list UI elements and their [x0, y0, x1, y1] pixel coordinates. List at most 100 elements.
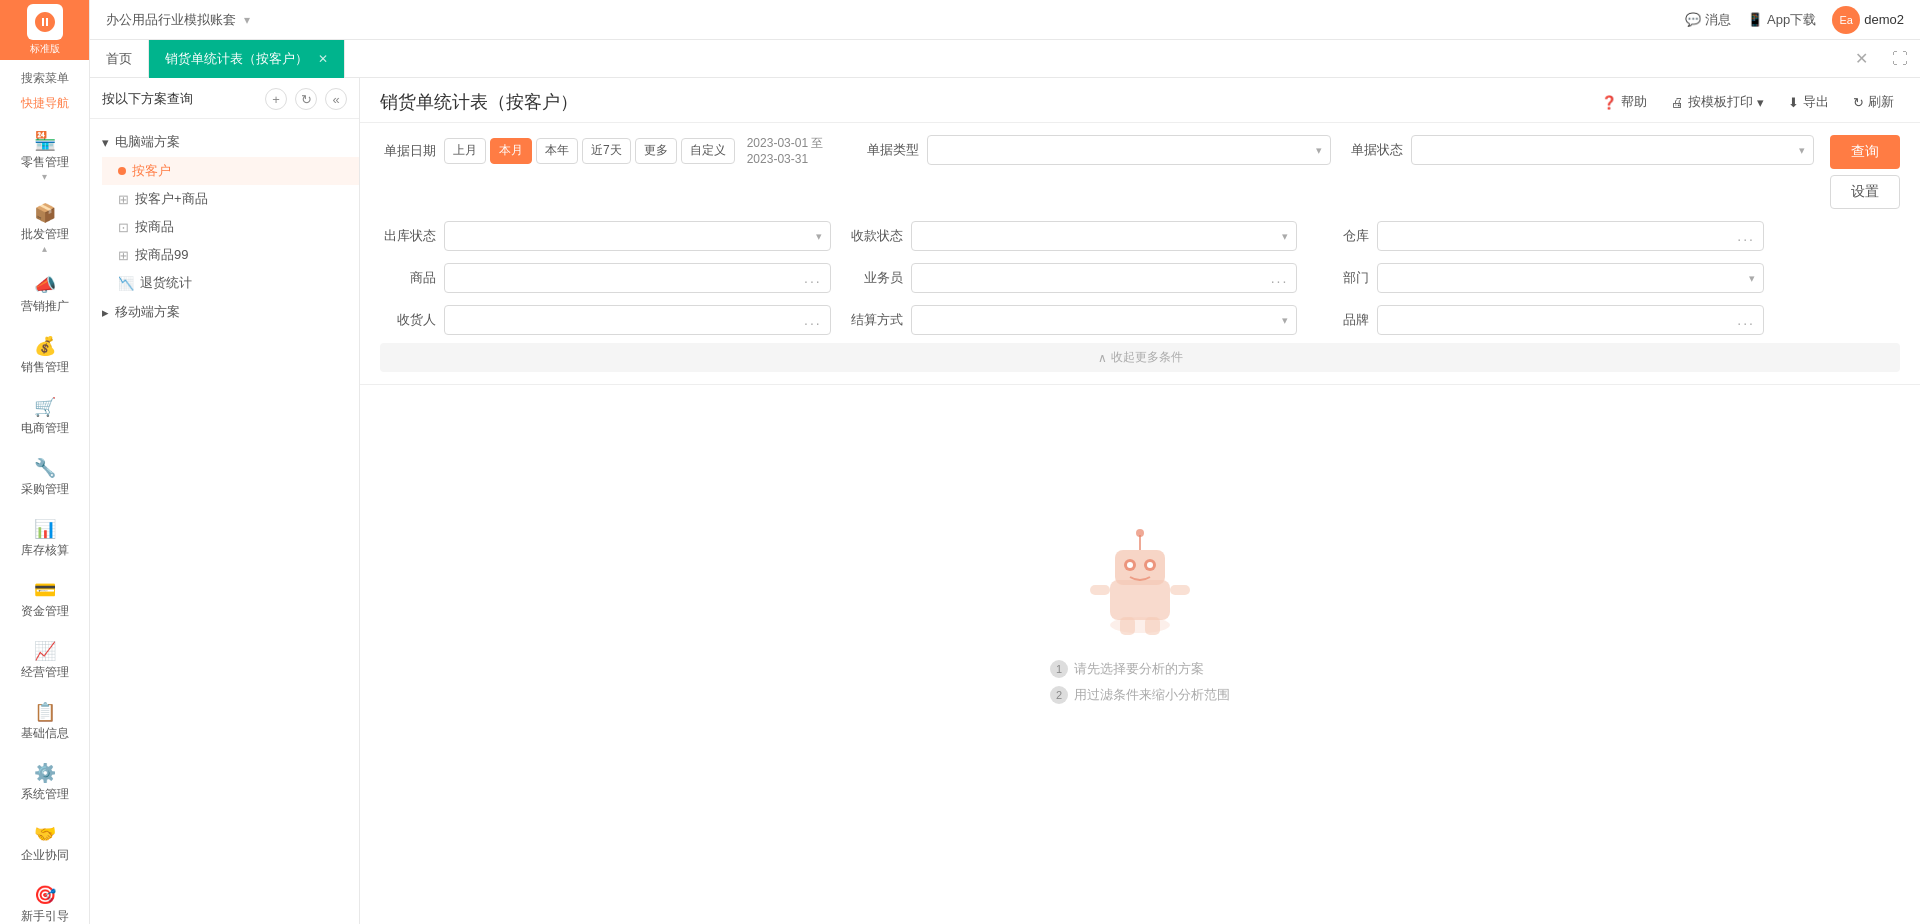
sidebar-item-marketing[interactable]: 📣 营销推广: [0, 264, 89, 325]
print-icon: 🖨: [1671, 95, 1684, 110]
out-status-input[interactable]: ▾: [444, 221, 831, 251]
date-btn-this-year[interactable]: 本年: [536, 138, 578, 164]
date-range-text: 2023-03-01 至 2023-03-31: [747, 135, 848, 166]
tree-group-mobile[interactable]: ▸ 移动端方案: [90, 297, 359, 327]
tab-home[interactable]: 首页: [90, 40, 149, 78]
settlement-label: 结算方式: [847, 311, 903, 329]
sidebar-item-sales[interactable]: 💰 销售管理: [0, 325, 89, 386]
message-icon: 💬: [1685, 12, 1701, 27]
doc-type-input[interactable]: ▾: [927, 135, 1330, 165]
sidebar-item-enterprise[interactable]: 🤝 企业协同: [0, 813, 89, 874]
tab-close-icon[interactable]: ✕: [318, 52, 328, 66]
by-customer-product-icon: ⊞: [118, 192, 129, 207]
filter-area: 单据日期 上月 本月 本年 近7天 更多 自定义 2023-03-01 至 20…: [360, 123, 1920, 385]
tabs-bar: 首页 销货单统计表（按客户） ✕ ✕ ⛶: [90, 40, 1920, 78]
doc-type-arrow: ▾: [1316, 144, 1322, 157]
brand-input[interactable]: ...: [1377, 305, 1764, 335]
sidebar-item-basic[interactable]: 📋 基础信息: [0, 691, 89, 752]
by-product-icon: ⊡: [118, 220, 129, 235]
warehouse-input[interactable]: ...: [1377, 221, 1764, 251]
sidebar-item-newbie[interactable]: 🎯 新手引导: [0, 874, 89, 924]
date-btn-more[interactable]: 更多: [635, 138, 677, 164]
help-btn[interactable]: ❓ 帮助: [1595, 91, 1653, 113]
doc-type-label: 单据类型: [863, 141, 919, 159]
settings-button[interactable]: 设置: [1830, 175, 1900, 209]
sidebar-item-purchase[interactable]: 🔧 采购管理: [0, 447, 89, 508]
tree-item-by-product99[interactable]: ⊞ 按商品99: [102, 241, 359, 269]
product-label: 商品: [380, 269, 436, 287]
refresh-icon: ↻: [1853, 95, 1864, 110]
ecommerce-icon: 🛒: [34, 396, 56, 418]
query-button[interactable]: 查询: [1830, 135, 1900, 169]
receipt-status-input[interactable]: ▾: [911, 221, 1298, 251]
settlement-input[interactable]: ▾: [911, 305, 1298, 335]
refresh-btn[interactable]: ↻ 刷新: [1847, 91, 1900, 113]
collapse-bar[interactable]: ∧ 收起更多条件: [380, 343, 1900, 372]
finance-icon: 💳: [34, 579, 56, 601]
salesperson-input[interactable]: ...: [911, 263, 1298, 293]
content-area: 按以下方案查询 + ↻ « ▾ 电脑端方案 按客户: [90, 78, 1920, 924]
date-btn-last-month[interactable]: 上月: [444, 138, 486, 164]
tree-item-return-stats[interactable]: 📉 退货统计: [102, 269, 359, 297]
tree-group-desktop[interactable]: ▾ 电脑端方案: [90, 127, 359, 157]
svg-rect-12: [1145, 617, 1160, 635]
download-icon: 📱: [1747, 12, 1763, 27]
svg-rect-10: [1170, 585, 1190, 595]
page-title: 销货单统计表（按客户）: [380, 90, 578, 114]
product-dots: ...: [804, 270, 822, 286]
receiver-dots: ...: [804, 312, 822, 328]
user-info[interactable]: Ea demo2: [1832, 6, 1904, 34]
brand-label: 品牌: [1313, 311, 1369, 329]
sales-stats-tab-label: 销货单统计表（按客户）: [165, 50, 308, 68]
tab-close-all-btn[interactable]: ✕: [1843, 49, 1880, 68]
department-input[interactable]: ▾: [1377, 263, 1764, 293]
app-logo: 标准版: [0, 0, 90, 60]
print-btn[interactable]: 🖨 按模板打印 ▾: [1665, 91, 1770, 113]
receiver-label: 收货人: [380, 311, 436, 329]
date-btn-7days[interactable]: 近7天: [582, 138, 631, 164]
refresh-scheme-btn[interactable]: ↻: [295, 88, 317, 110]
user-name: demo2: [1864, 12, 1904, 27]
header-left: 办公用品行业模拟账套 ▾: [106, 11, 250, 29]
main-content: 办公用品行业模拟账套 ▾ 💬 消息 📱 App下载 Ea demo2 首页: [90, 0, 1920, 924]
system-icon: ⚙️: [34, 762, 56, 784]
product-input[interactable]: ...: [444, 263, 831, 293]
sidebar-item-inventory[interactable]: 📊 库存核算: [0, 508, 89, 569]
sidebar-item-system[interactable]: ⚙️ 系统管理: [0, 752, 89, 813]
app-subtitle: 标准版: [30, 42, 60, 56]
search-menu[interactable]: 搜索菜单: [0, 60, 89, 91]
print-dropdown-arrow[interactable]: ▾: [1757, 95, 1764, 110]
receiver-input[interactable]: ...: [444, 305, 831, 335]
date-btn-custom[interactable]: 自定义: [681, 138, 735, 164]
sidebar-item-business[interactable]: 📈 经营管理: [0, 630, 89, 691]
tree-item-by-customer[interactable]: 按客户: [102, 157, 359, 185]
sidebar-item-wholesale[interactable]: 📦 批发管理 ▴: [0, 192, 89, 264]
export-btn[interactable]: ⬇ 导出: [1782, 91, 1835, 113]
sidebar-item-ecommerce[interactable]: 🛒 电商管理: [0, 386, 89, 447]
svg-rect-1: [1110, 580, 1170, 620]
add-scheme-btn[interactable]: +: [265, 88, 287, 110]
sidebar-nav: 🏪 零售管理 ▾ 📦 批发管理 ▴ 📣 营销推广 💰 销售管理 🛒 电商管理 🔧…: [0, 120, 89, 924]
doc-status-input[interactable]: ▾: [1411, 135, 1814, 165]
sidebar-item-retail[interactable]: 🏪 零售管理 ▾: [0, 120, 89, 192]
by-customer-bullet: [118, 167, 126, 175]
tree-item-by-product[interactable]: ⊡ 按商品: [102, 213, 359, 241]
tree-item-by-customer-product[interactable]: ⊞ 按客户+商品: [102, 185, 359, 213]
settlement-arrow: ▾: [1282, 314, 1288, 327]
sales-icon: 💰: [34, 335, 56, 357]
left-panel-title: 按以下方案查询: [102, 90, 193, 108]
collapse-panel-btn[interactable]: «: [325, 88, 347, 110]
message-btn[interactable]: 💬 消息: [1685, 11, 1731, 29]
app-download-btn[interactable]: 📱 App下载: [1747, 11, 1816, 29]
tip-text-2: 用过滤条件来缩小分析范围: [1074, 686, 1230, 704]
tab-maximize-btn[interactable]: ⛶: [1880, 50, 1920, 68]
date-btn-this-month[interactable]: 本月: [490, 138, 532, 164]
quick-nav[interactable]: 快捷导航: [0, 91, 89, 120]
sidebar-item-finance[interactable]: 💳 资金管理: [0, 569, 89, 630]
tab-sales-stats[interactable]: 销货单统计表（按客户） ✕: [149, 40, 345, 78]
filter-brand: 品牌 ...: [1313, 305, 1764, 335]
account-dropdown-icon[interactable]: ▾: [244, 13, 250, 27]
retail-arrow: ▾: [42, 171, 47, 182]
brand-dots: ...: [1737, 312, 1755, 328]
filter-product: 商品 ...: [380, 263, 831, 293]
